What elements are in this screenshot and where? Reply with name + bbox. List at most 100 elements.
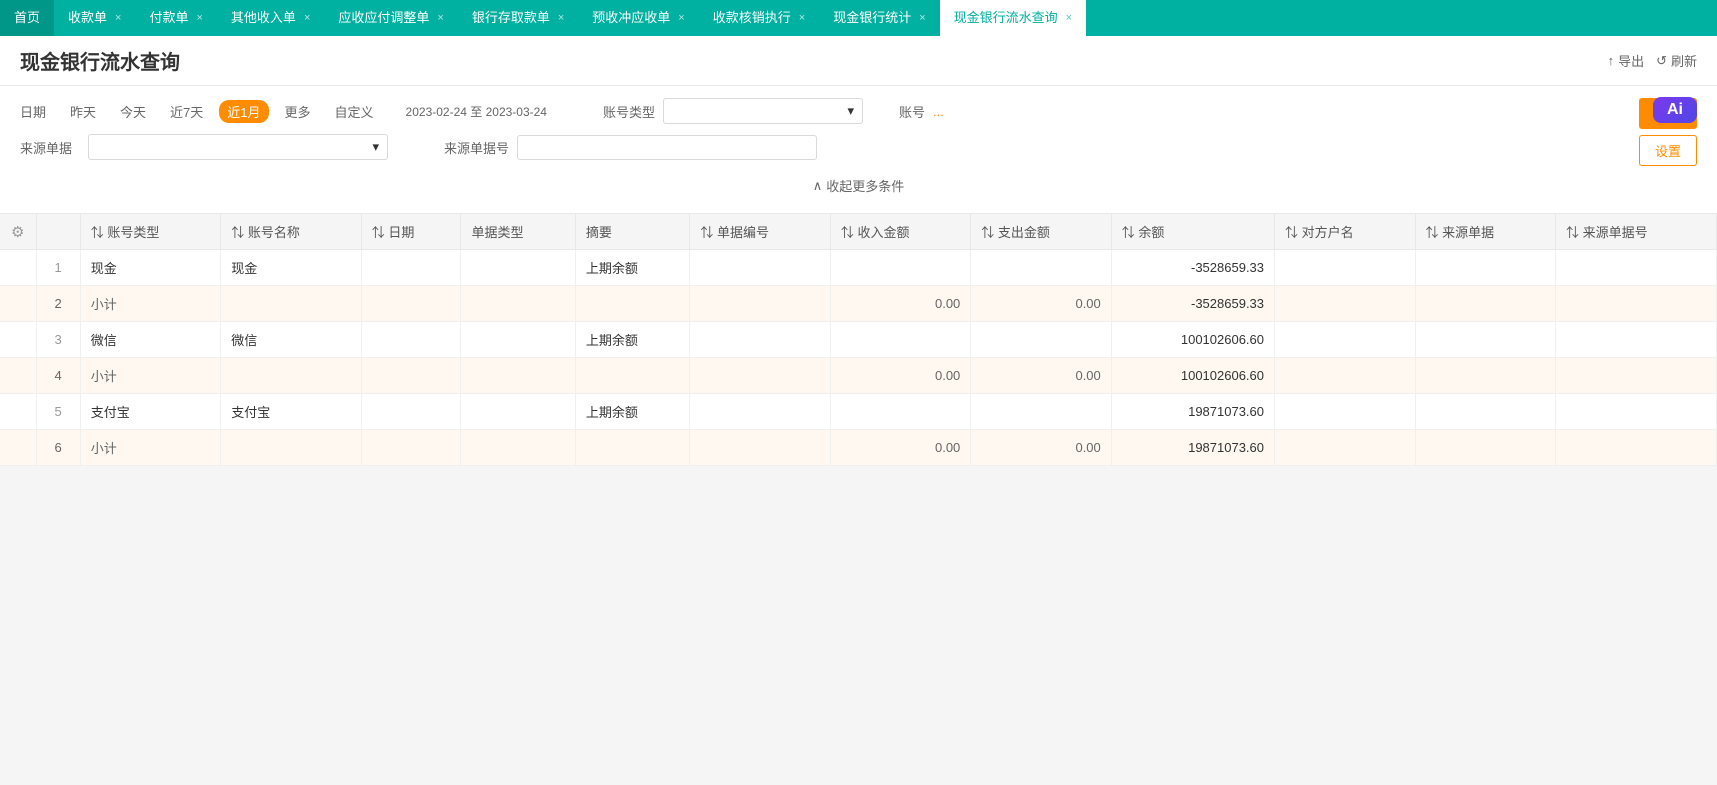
settings-button[interactable]: 设置 xyxy=(1639,135,1697,166)
date-1month[interactable]: 近1月 xyxy=(219,100,268,123)
row-source-doc xyxy=(1415,394,1555,430)
account-label: 账号 xyxy=(899,102,925,121)
table-row[interactable]: 6 小计 0.00 0.00 19871073.60 xyxy=(0,430,1717,466)
table-row[interactable]: 4 小计 0.00 0.00 100102606.60 xyxy=(0,358,1717,394)
date-today[interactable]: 今天 xyxy=(112,100,154,123)
date-custom[interactable]: 自定义 xyxy=(327,100,382,123)
row-counterpart xyxy=(1275,322,1415,358)
row-account-type: 小计 xyxy=(80,286,220,322)
nav-bank-deposit[interactable]: 银行存取款单 × xyxy=(458,0,578,36)
row-source-doc xyxy=(1415,322,1555,358)
nav-prepay-offset[interactable]: 预收冲应收单 × xyxy=(578,0,698,36)
chevron-down-icon: ▾ xyxy=(372,139,379,155)
table-row[interactable]: 2 小计 0.00 0.00 -3528659.33 xyxy=(0,286,1717,322)
header-actions: ↑ 导出 ↺ 刷新 xyxy=(1608,51,1697,70)
row-settings xyxy=(0,358,36,394)
row-doc-no xyxy=(690,322,830,358)
row-account-name xyxy=(221,286,361,322)
row-balance: 100102606.60 xyxy=(1111,322,1274,358)
row-doc-type xyxy=(461,394,575,430)
row-counterpart xyxy=(1275,250,1415,286)
col-balance[interactable]: ⇅ 余额 xyxy=(1111,214,1274,250)
row-num: 1 xyxy=(36,250,80,286)
close-icon[interactable]: × xyxy=(919,0,925,36)
date-more[interactable]: 更多 xyxy=(277,100,319,123)
col-source-doc-no[interactable]: ⇅ 来源单据号 xyxy=(1555,214,1716,250)
row-num: 6 xyxy=(36,430,80,466)
nav-receipt-verify[interactable]: 收款核销执行 × xyxy=(699,0,819,36)
row-summary xyxy=(575,286,689,322)
source-doc-label: 来源单据 xyxy=(20,138,72,157)
row-summary xyxy=(575,358,689,394)
row-income: 0.00 xyxy=(830,430,970,466)
close-icon[interactable]: × xyxy=(558,0,564,36)
close-icon[interactable]: × xyxy=(678,0,684,36)
table-row[interactable]: 1 现金 现金 上期余额 -3528659.33 xyxy=(0,250,1717,286)
close-icon[interactable]: × xyxy=(115,0,121,36)
row-account-type: 支付宝 xyxy=(80,394,220,430)
account-type-select[interactable]: ▾ xyxy=(663,98,863,124)
date-7days[interactable]: 近7天 xyxy=(162,100,211,123)
col-doc-type: 单据类型 xyxy=(461,214,575,250)
col-counterpart[interactable]: ⇅ 对方户名 xyxy=(1275,214,1415,250)
row-income: 0.00 xyxy=(830,358,970,394)
ai-badge[interactable]: Ai xyxy=(1653,97,1697,123)
nav-receipt[interactable]: 收款单 × xyxy=(54,0,135,36)
collapse-bar[interactable]: ∧ 收起更多条件 xyxy=(20,170,1697,201)
nav-cash-bank-stat[interactable]: 现金银行统计 × xyxy=(819,0,939,36)
close-icon[interactable]: × xyxy=(437,0,443,36)
table-row[interactable]: 3 微信 微信 上期余额 100102606.60 xyxy=(0,322,1717,358)
row-balance: 100102606.60 xyxy=(1111,358,1274,394)
table-row[interactable]: 5 支付宝 支付宝 上期余额 19871073.60 xyxy=(0,394,1717,430)
nav-home[interactable]: 首页 xyxy=(0,0,54,36)
row-settings xyxy=(0,394,36,430)
row-source-doc-no xyxy=(1555,358,1716,394)
col-doc-no[interactable]: ⇅ 单据编号 xyxy=(690,214,830,250)
close-icon[interactable]: × xyxy=(799,0,805,36)
row-num: 3 xyxy=(36,322,80,358)
date-range-display: 2023-02-24 至 2023-03-24 xyxy=(406,105,547,119)
date-yesterday[interactable]: 昨天 xyxy=(62,100,104,123)
close-icon[interactable]: × xyxy=(1066,0,1072,36)
col-date[interactable]: ⇅ 日期 xyxy=(361,214,461,250)
nav-payment[interactable]: 付款单 × xyxy=(135,0,216,36)
col-account-name[interactable]: ⇅ 账号名称 xyxy=(221,214,361,250)
close-icon[interactable]: × xyxy=(196,0,202,36)
row-account-type: 微信 xyxy=(80,322,220,358)
account-more-btn[interactable]: ... xyxy=(933,104,944,119)
row-balance: 19871073.60 xyxy=(1111,430,1274,466)
data-table: ⚙ ⇅ 账号类型 ⇅ 账号名称 ⇅ 日期 单据类型 摘要 ⇅ 单据编号 xyxy=(0,214,1717,466)
row-balance: -3528659.33 xyxy=(1111,286,1274,322)
date-filter-label: 日期 xyxy=(20,102,46,121)
row-date xyxy=(361,358,461,394)
col-num xyxy=(36,214,80,250)
row-doc-type xyxy=(461,286,575,322)
row-source-doc xyxy=(1415,358,1555,394)
row-source-doc-no xyxy=(1555,394,1716,430)
row-summary: 上期余额 xyxy=(575,250,689,286)
nav-cash-bank-query[interactable]: 现金银行流水查询 × xyxy=(940,0,1086,36)
row-account-name: 支付宝 xyxy=(221,394,361,430)
col-income[interactable]: ⇅ 收入金额 xyxy=(830,214,970,250)
row-source-doc-no xyxy=(1555,322,1716,358)
col-source-doc[interactable]: ⇅ 来源单据 xyxy=(1415,214,1555,250)
page-title: 现金银行流水查询 xyxy=(20,46,180,75)
gear-icon[interactable]: ⚙ xyxy=(11,224,24,241)
col-expense[interactable]: ⇅ 支出金额 xyxy=(971,214,1111,250)
export-button[interactable]: ↑ 导出 xyxy=(1608,51,1645,70)
row-income xyxy=(830,394,970,430)
source-doc-no-input[interactable] xyxy=(517,135,817,160)
nav-ar-ap-adjust[interactable]: 应收应付调整单 × xyxy=(324,0,457,36)
nav-other-income[interactable]: 其他收入单 × xyxy=(217,0,324,36)
row-doc-no xyxy=(690,250,830,286)
row-date xyxy=(361,430,461,466)
row-income xyxy=(830,322,970,358)
collapse-icon: ∧ xyxy=(813,178,823,194)
col-account-type[interactable]: ⇅ 账号类型 xyxy=(80,214,220,250)
row-source-doc-no xyxy=(1555,430,1716,466)
source-doc-select[interactable]: ▾ xyxy=(88,134,388,160)
refresh-button[interactable]: ↺ 刷新 xyxy=(1656,51,1697,70)
row-account-type: 小计 xyxy=(80,430,220,466)
close-icon[interactable]: × xyxy=(304,0,310,36)
row-source-doc xyxy=(1415,430,1555,466)
